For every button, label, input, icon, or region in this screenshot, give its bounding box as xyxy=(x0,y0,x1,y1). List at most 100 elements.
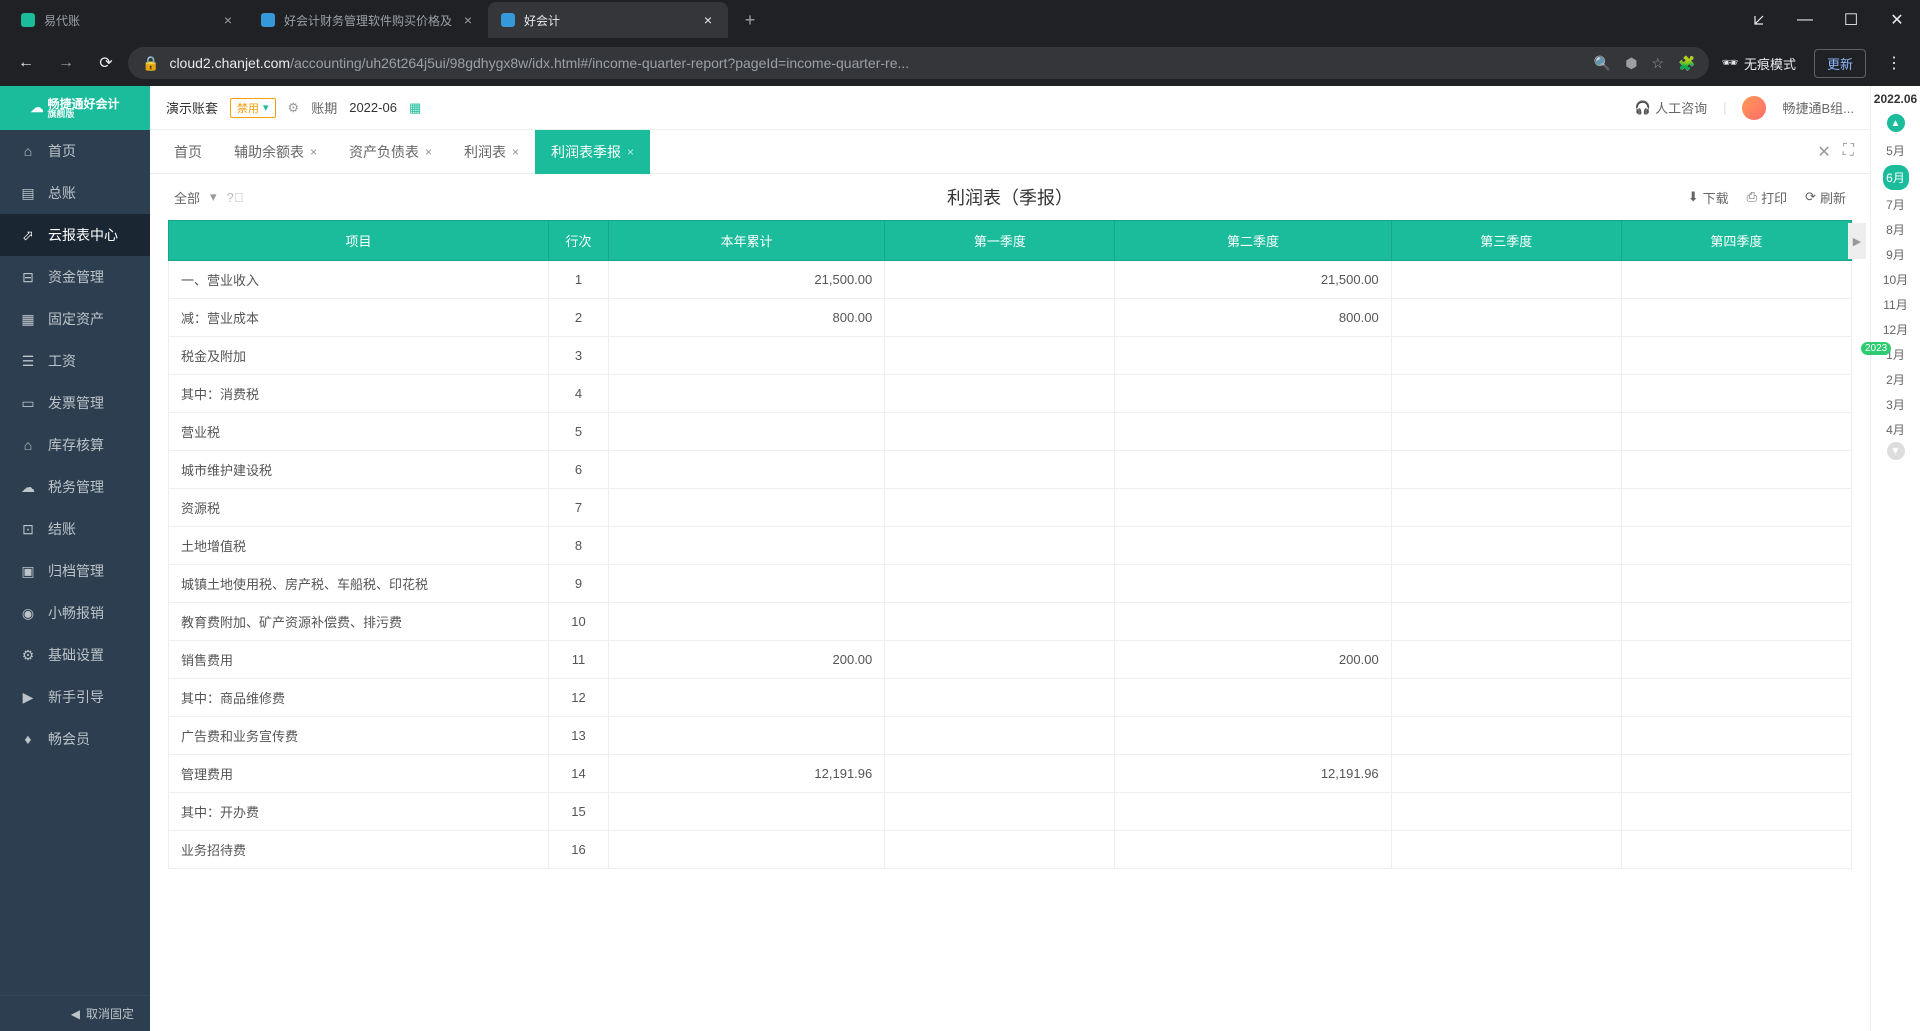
table-row[interactable]: 税金及附加 3 xyxy=(169,337,1852,375)
zoom-icon[interactable]: 🔍 xyxy=(1594,55,1611,72)
ruler-up-icon[interactable]: ▲ xyxy=(1887,114,1905,132)
chevron-down-icon[interactable]: ▾ xyxy=(210,189,217,205)
browser-menu-icon[interactable]: ⋮ xyxy=(1876,45,1912,81)
table-row[interactable]: 城镇土地使用税、房产税、车船税、印花税 9 xyxy=(169,565,1852,603)
table-row[interactable]: 教育费附加、矿产资源补偿费、排污费 10 xyxy=(169,603,1852,641)
ruler-month[interactable]: 3月 xyxy=(1871,392,1920,417)
page-tab-label: 利润表季报 xyxy=(551,142,621,162)
sidebar-item[interactable]: ▤总账 xyxy=(0,172,150,214)
sidebar-item[interactable]: ▶新手引导 xyxy=(0,676,150,718)
sidebar-item[interactable]: ⊡结账 xyxy=(0,508,150,550)
sidebar-item[interactable]: ♦畅会员 xyxy=(0,718,150,760)
tab-close-icon[interactable]: × xyxy=(700,12,716,28)
sidebar-item[interactable]: ☁税务管理 xyxy=(0,466,150,508)
nav-icon: ⌂ xyxy=(20,437,36,453)
tab-close-icon[interactable]: × xyxy=(310,145,317,159)
table-row[interactable]: 资源税 7 xyxy=(169,489,1852,527)
calendar-icon[interactable]: ▦ xyxy=(409,100,421,116)
table-row[interactable]: 土地增值税 8 xyxy=(169,527,1852,565)
help-icon[interactable]: ?⃝ xyxy=(227,190,244,205)
refresh-button[interactable]: ⟳刷新 xyxy=(1805,188,1846,207)
ruler-month[interactable]: 4月 xyxy=(1871,417,1920,442)
ruler-month[interactable]: 5月 xyxy=(1871,138,1920,163)
sidebar-pin-toggle[interactable]: ◀ 取消固定 xyxy=(0,995,150,1031)
settings-icon[interactable]: ⚙ xyxy=(288,100,300,116)
window-maximize-icon[interactable]: ☐ xyxy=(1828,0,1874,40)
period-label: 账期 xyxy=(311,98,337,117)
print-button[interactable]: ⎙打印 xyxy=(1747,188,1787,207)
logo[interactable]: ☁ 畅捷通好会计 旗舰版 xyxy=(0,86,150,130)
tab-close-icon[interactable]: × xyxy=(220,12,236,28)
sidebar-item[interactable]: ☰工资 xyxy=(0,340,150,382)
table-row[interactable]: 其中：开办费 15 xyxy=(169,793,1852,831)
tab-close-icon[interactable]: × xyxy=(460,12,476,28)
extension-icon[interactable]: ⬢ xyxy=(1625,55,1637,72)
chevron-down-icon: ▾ xyxy=(263,101,269,114)
app-root: ☁ 畅捷通好会计 旗舰版 ⌂首页▤总账⬀云报表中心⊟资金管理▦固定资产☰工资▭发… xyxy=(0,86,1920,1031)
ruler-month[interactable]: 9月 xyxy=(1871,242,1920,267)
sidebar-item[interactable]: ⌂首页 xyxy=(0,130,150,172)
period-value[interactable]: 2022-06 xyxy=(349,100,397,115)
table-row[interactable]: 广告费和业务宣传费 13 xyxy=(169,717,1852,755)
page-tab[interactable]: 辅助余额表× xyxy=(218,130,333,174)
cell-q4 xyxy=(1621,793,1851,831)
sidebar-item[interactable]: ⬀云报表中心 xyxy=(0,214,150,256)
scroll-right-button[interactable]: ▶ xyxy=(1848,223,1866,259)
fullscreen-icon[interactable]: ⛶ xyxy=(1843,142,1854,162)
bookmark-icon[interactable]: ☆ xyxy=(1651,55,1664,72)
forward-button[interactable]: → xyxy=(48,45,84,81)
table-row[interactable]: 其中：消费税 4 xyxy=(169,375,1852,413)
table-row[interactable]: 业务招待费 16 xyxy=(169,831,1852,869)
reload-button[interactable]: ⟳ xyxy=(88,45,124,81)
sidebar-item[interactable]: ⊟资金管理 xyxy=(0,256,150,298)
url-bar[interactable]: 🔒 cloud2.chanjet.com/accounting/uh26t264… xyxy=(128,47,1709,79)
avatar[interactable] xyxy=(1742,96,1766,120)
disable-tag[interactable]: 禁用 ▾ xyxy=(230,98,276,118)
table-row[interactable]: 城市维护建设税 6 xyxy=(169,451,1852,489)
user-name[interactable]: 畅捷通B组... xyxy=(1782,98,1854,117)
close-all-tabs-icon[interactable]: ✕ xyxy=(1817,142,1830,162)
sidebar-item[interactable]: ▭发票管理 xyxy=(0,382,150,424)
sidebar-item[interactable]: ◉小畅报销 xyxy=(0,592,150,634)
page-tab[interactable]: 首页 xyxy=(158,130,218,174)
back-button[interactable]: ← xyxy=(8,45,44,81)
table-row[interactable]: 减：营业成本 2 800.00 800.00 xyxy=(169,299,1852,337)
ruler-month[interactable]: 8月 xyxy=(1871,217,1920,242)
filter-all[interactable]: 全部 xyxy=(174,188,200,207)
page-tab[interactable]: 利润表季报 × xyxy=(535,130,650,174)
table-row[interactable]: 其中：商品维修费 12 xyxy=(169,679,1852,717)
sidebar-item[interactable]: ⌂库存核算 xyxy=(0,424,150,466)
account-name[interactable]: 演示账套 xyxy=(166,98,218,117)
ruler-down-icon[interactable]: ▼ xyxy=(1887,442,1905,460)
update-button[interactable]: 更新 xyxy=(1814,49,1866,78)
table-row[interactable]: 营业税 5 xyxy=(169,413,1852,451)
table-row[interactable]: 销售费用 11 200.00 200.00 xyxy=(169,641,1852,679)
browser-tab[interactable]: 好会计财务管理软件购买价格及× xyxy=(248,2,488,38)
ruler-month[interactable]: 7月 xyxy=(1871,192,1920,217)
ruler-month[interactable]: 6月 xyxy=(1883,165,1909,190)
tab-close-icon[interactable]: × xyxy=(425,145,432,159)
table-row[interactable]: 管理费用 14 12,191.96 12,191.96 xyxy=(169,755,1852,793)
support-link[interactable]: 🎧 人工咨询 xyxy=(1635,98,1707,117)
window-close-icon[interactable]: ✕ xyxy=(1874,0,1920,40)
sidebar-item[interactable]: ⚙基础设置 xyxy=(0,634,150,676)
page-tab[interactable]: 资产负债表× xyxy=(333,130,448,174)
browser-tab[interactable]: 易代账× xyxy=(8,2,248,38)
sidebar-item[interactable]: ▦固定资产 xyxy=(0,298,150,340)
new-tab-button[interactable]: + xyxy=(736,6,764,34)
puzzle-icon[interactable]: 🧩 xyxy=(1678,55,1695,72)
browser-tab[interactable]: 好会计× xyxy=(488,2,728,38)
download-button[interactable]: ⬇下载 xyxy=(1688,188,1729,207)
sidebar-item[interactable]: ▣归档管理 xyxy=(0,550,150,592)
window-min-icon[interactable] xyxy=(1736,0,1782,40)
ruler-month[interactable]: 12月 xyxy=(1871,317,1920,342)
ruler-month[interactable]: 2月 xyxy=(1871,367,1920,392)
window-minimize-icon[interactable]: ― xyxy=(1782,0,1828,40)
month-ruler: 2022.06▲5月6月7月8月9月10月11月12月20231月2月3月4月▼ xyxy=(1870,86,1920,1031)
table-row[interactable]: 一、营业收入 1 21,500.00 21,500.00 xyxy=(169,261,1852,299)
tab-close-icon[interactable]: × xyxy=(512,145,519,159)
ruler-month[interactable]: 10月 xyxy=(1871,267,1920,292)
tab-close-icon[interactable]: × xyxy=(627,145,634,159)
ruler-month[interactable]: 11月 xyxy=(1871,292,1920,317)
page-tab[interactable]: 利润表× xyxy=(448,130,535,174)
